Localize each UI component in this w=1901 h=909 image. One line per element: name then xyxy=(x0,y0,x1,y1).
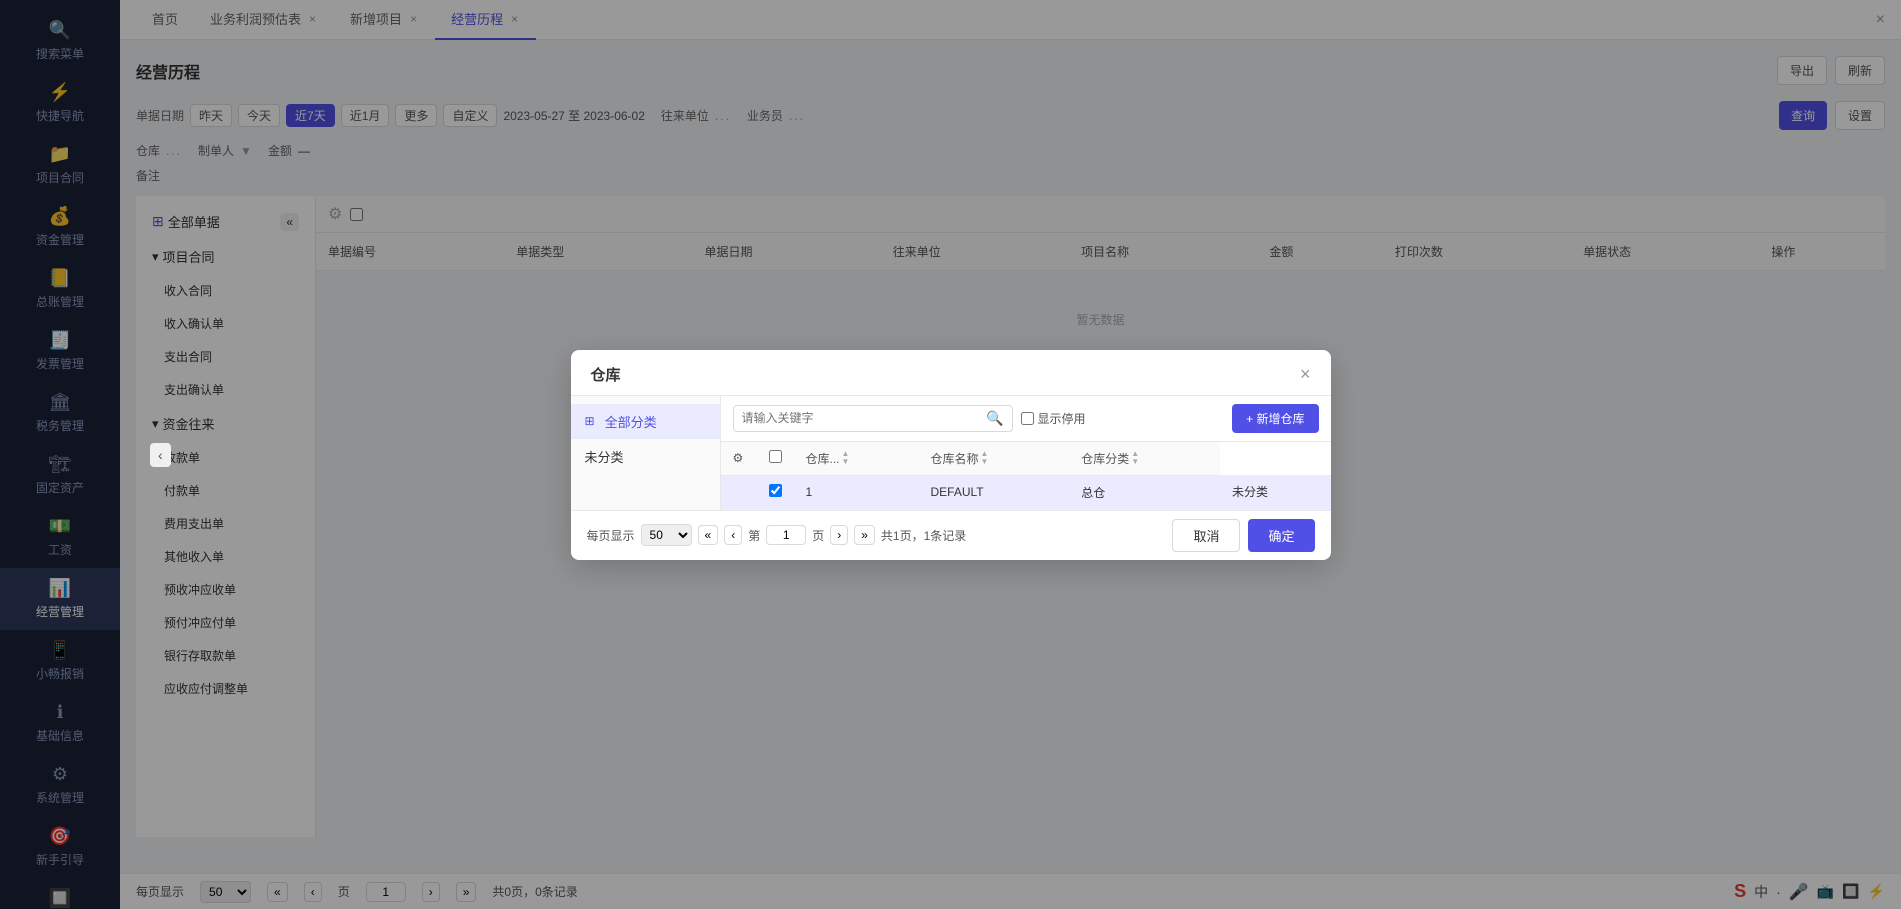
modal-col-name: 仓库名称 ▲▼ xyxy=(919,442,1070,476)
modal-main-content: 🔍 显示停用 + 新增仓库 ⚙ xyxy=(721,396,1331,510)
modal-col-category: 仓库分类 ▲▼ xyxy=(1069,442,1220,476)
modal-overlay: 仓库 × ⊞ 全部分类 未分类 ‹ xyxy=(0,0,1901,909)
category-sort-arrows: ▲▼ xyxy=(1131,450,1139,466)
modal-col-checkbox xyxy=(757,442,794,476)
modal-close-button[interactable]: × xyxy=(1300,364,1311,385)
row-checkbox-cell xyxy=(757,475,794,509)
modal-cancel-button[interactable]: 取消 xyxy=(1172,519,1240,552)
modal-col-code: 仓库... ▲▼ xyxy=(794,442,919,476)
modal-prev-page[interactable]: ‹ xyxy=(724,525,742,545)
warehouse-modal: 仓库 × ⊞ 全部分类 未分类 ‹ xyxy=(571,350,1331,560)
modal-toolbar: 🔍 显示停用 + 新增仓库 xyxy=(721,396,1331,442)
modal-confirm-button[interactable]: 确定 xyxy=(1248,519,1314,552)
row-settings-cell xyxy=(721,475,757,509)
modal-table-container: ⚙ 仓库... ▲▼ xyxy=(721,442,1331,510)
modal-header: 仓库 × xyxy=(571,350,1331,396)
modal-last-page[interactable]: » xyxy=(854,525,875,545)
modal-sidebar-uncategorized[interactable]: 未分类 xyxy=(571,439,720,474)
modal-footer: 每页显示 50 100 « ‹ 第 页 › » 共1页，1条记录 取消 确定 xyxy=(571,510,1331,560)
row-category-cell: 未分类 xyxy=(1220,475,1330,509)
name-sort-arrows: ▲▼ xyxy=(981,450,989,466)
modal-per-page-select[interactable]: 50 100 xyxy=(641,524,692,546)
modal-search-box: 🔍 xyxy=(733,405,1013,432)
modal-body: ⊞ 全部分类 未分类 ‹ 🔍 xyxy=(571,396,1331,510)
modal-pagination: 每页显示 50 100 « ‹ 第 页 › » 共1页，1条记录 xyxy=(587,524,967,546)
row-index-cell: 1 xyxy=(794,475,919,509)
modal-title: 仓库 xyxy=(591,364,621,385)
modal-total-text: 共1页，1条记录 xyxy=(881,527,966,544)
modal-first-page[interactable]: « xyxy=(698,525,719,545)
modal-search-icon: 🔍 xyxy=(986,410,1003,427)
category-grid-icon: ⊞ xyxy=(585,414,595,428)
show-disabled-checkbox[interactable] xyxy=(1021,412,1034,425)
modal-warehouse-table: ⚙ 仓库... ▲▼ xyxy=(721,442,1331,510)
modal-footer-actions: 取消 确定 xyxy=(1172,519,1314,552)
modal-select-all-checkbox[interactable] xyxy=(769,450,782,463)
modal-next-page[interactable]: › xyxy=(830,525,848,545)
modal-col-settings: ⚙ xyxy=(721,442,757,476)
modal-sidebar-all-category[interactable]: ⊞ 全部分类 xyxy=(571,404,720,439)
modal-page-input[interactable] xyxy=(766,525,806,545)
code-sort-arrows: ▲▼ xyxy=(842,450,850,466)
row-code-cell: DEFAULT xyxy=(919,475,1070,509)
row-name-cell: 总仓 xyxy=(1069,475,1220,509)
col-settings-icon[interactable]: ⚙ xyxy=(733,451,744,465)
show-disabled-label[interactable]: 显示停用 xyxy=(1021,410,1086,427)
modal-search-input[interactable] xyxy=(742,411,983,425)
modal-category-sidebar: ⊞ 全部分类 未分类 ‹ xyxy=(571,396,721,510)
add-warehouse-button[interactable]: + 新增仓库 xyxy=(1232,404,1318,433)
row-checkbox[interactable] xyxy=(769,484,782,497)
table-row[interactable]: 1 DEFAULT 总仓 未分类 xyxy=(721,475,1331,509)
